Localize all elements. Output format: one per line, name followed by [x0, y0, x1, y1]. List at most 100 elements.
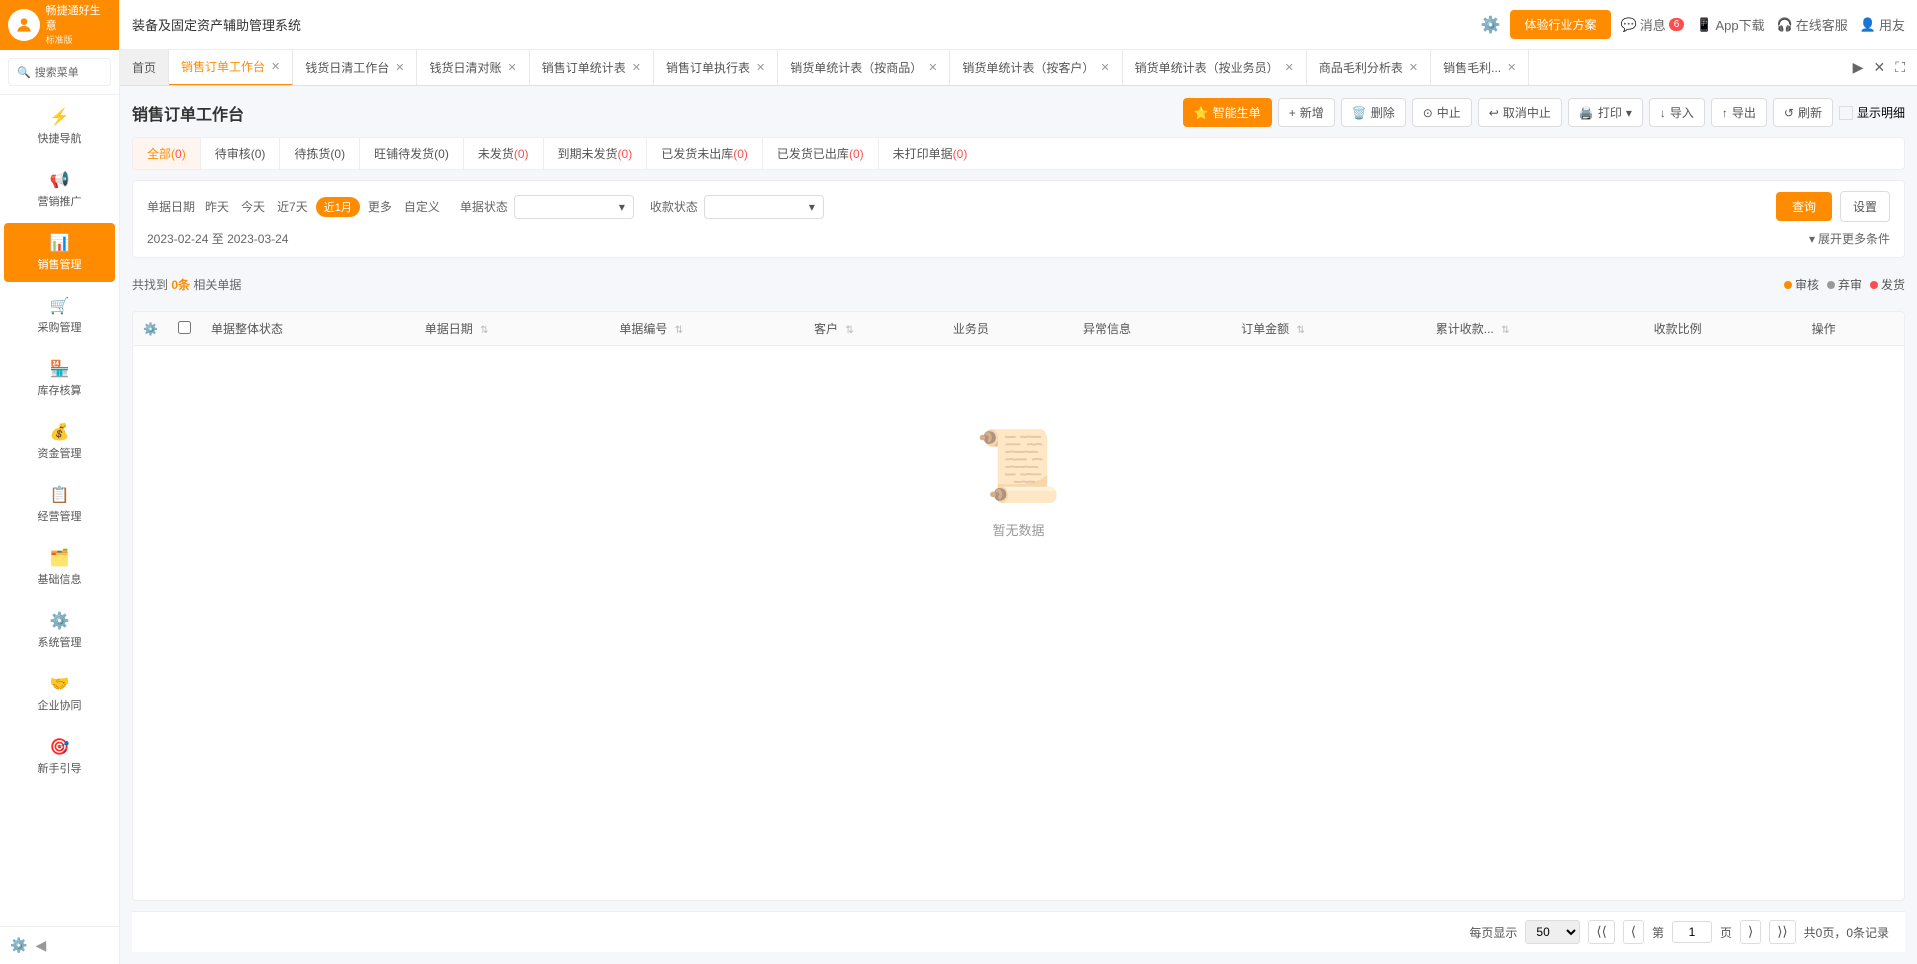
first-page-button[interactable]: ⟨⟨	[1588, 920, 1614, 944]
show-detail-checkbox[interactable]	[1839, 106, 1853, 120]
next-page-button[interactable]: ⟩	[1740, 920, 1761, 944]
import-button[interactable]: ↓ 导入	[1649, 98, 1705, 127]
sub-tab-pending-pickup[interactable]: 待拣货(0)	[280, 138, 360, 169]
sidebar-item-enterprise[interactable]: 🤝 企业协同	[4, 664, 115, 723]
filter-yesterday-btn[interactable]: 昨天	[201, 196, 233, 217]
th-customer[interactable]: 客户 ⇅	[804, 312, 943, 346]
sub-tab-shipped-out[interactable]: 已发货已出库(0)	[763, 138, 879, 169]
print-button[interactable]: 🖨️ 打印 ▾	[1568, 98, 1643, 127]
filter-date-item: 单据日期 昨天 今天 近7天 近1月 更多 自定义	[147, 196, 444, 217]
tab-expand-button[interactable]: ⛶	[1891, 57, 1909, 78]
last-page-button[interactable]: ⟩⟩	[1769, 920, 1795, 944]
app-download-button[interactable]: 📱 App下载	[1696, 15, 1764, 34]
unreview-button[interactable]: 弃审	[1827, 276, 1862, 293]
sub-tab-pending-review[interactable]: 待审核(0)	[201, 138, 281, 169]
refresh-button[interactable]: ↺ 刷新	[1773, 98, 1833, 127]
th-amount[interactable]: 订单金额 ⇅	[1231, 312, 1426, 346]
sidebar-item-finance[interactable]: 💰 资金管理	[4, 412, 115, 471]
sub-tab-shipped-not-out[interactable]: 已发货未出库(0)	[647, 138, 763, 169]
review-button[interactable]: 审核	[1784, 276, 1819, 293]
sidebar-collapse-button[interactable]: ◀	[35, 937, 46, 954]
filter-settings-button[interactable]: 设置	[1840, 191, 1890, 222]
sidebar-item-operations[interactable]: 📋 经营管理	[4, 475, 115, 534]
th-settings[interactable]: ⚙️	[133, 312, 168, 346]
sidebar-item-newguide[interactable]: 🎯 新手引导	[4, 727, 115, 786]
payment-status-select[interactable]: ▾	[704, 195, 824, 219]
th-received[interactable]: 累计收款... ⇅	[1426, 312, 1644, 346]
tab-close-cash-daily[interactable]: ✕	[395, 61, 404, 74]
page-input[interactable]	[1672, 921, 1712, 943]
bill-status-select[interactable]: ▾	[514, 195, 634, 219]
expand-conditions-button[interactable]: ▾ 展开更多条件	[1809, 230, 1890, 247]
topbar-actions: 💬 消息 6 📱 App下载 🎧 在线客服 👤 用友	[1621, 15, 1906, 34]
tab-scroll-right-button[interactable]: ▶	[1849, 57, 1868, 78]
sidebar-item-purchase[interactable]: 🛒 采购管理	[4, 286, 115, 345]
stop-icon: ⊙	[1423, 106, 1433, 120]
sidebar-item-inventory[interactable]: 🏪 库存核算	[4, 349, 115, 408]
tab-close-sales-exec[interactable]: ✕	[756, 61, 765, 74]
sidebar-item-quicknav[interactable]: ⚡ 快捷导航	[4, 97, 115, 156]
search-menu-button[interactable]: 🔍 搜索菜单	[8, 58, 111, 86]
tab-sales-more[interactable]: 销售毛利... ✕	[1431, 50, 1529, 86]
tab-sales-workbench[interactable]: 销售订单工作台 ✕	[169, 50, 293, 86]
tab-close-all-button[interactable]: ✕	[1869, 57, 1889, 78]
online-service-button[interactable]: 🎧 在线客服	[1777, 15, 1848, 34]
tab-sales-exec[interactable]: 销售订单执行表 ✕	[654, 50, 778, 86]
topbar-settings-icon[interactable]: ⚙️	[1481, 15, 1501, 35]
tab-sales-summary-product[interactable]: 销货单统计表（按商品） ✕	[778, 50, 950, 86]
user-button[interactable]: 👤 用友	[1860, 15, 1905, 34]
th-number[interactable]: 单据编号 ⇅	[609, 312, 804, 346]
sidebar-item-marketing[interactable]: 📢 营销推广	[4, 160, 115, 219]
tab-close-sales-summary-staff[interactable]: ✕	[1285, 61, 1294, 74]
tab-close-cash-reconcile[interactable]: ✕	[508, 61, 517, 74]
sidebar-settings-button[interactable]: ⚙️	[10, 937, 27, 954]
sidebar-item-system[interactable]: ⚙️ 系统管理	[4, 601, 115, 660]
filter-7days-btn[interactable]: 近7天	[273, 196, 312, 217]
tab-close-sales-more[interactable]: ✕	[1507, 61, 1516, 74]
sub-tab-wangpu-pending[interactable]: 旺铺待发货(0)	[360, 138, 464, 169]
tab-sales-summary-staff[interactable]: 销货单统计表（按业务员） ✕	[1123, 50, 1307, 86]
tab-close-gross-margin[interactable]: ✕	[1409, 61, 1418, 74]
th-checkbox[interactable]	[168, 312, 201, 346]
sub-tab-not-printed[interactable]: 未打印单据(0)	[879, 138, 982, 169]
smart-generate-button[interactable]: ⭐ 智能生单	[1183, 98, 1272, 127]
tab-close-sales-summary-product[interactable]: ✕	[928, 61, 937, 74]
show-detail-label[interactable]: 显示明细	[1839, 104, 1905, 121]
export-button[interactable]: ↑ 导出	[1711, 98, 1767, 127]
select-all-checkbox[interactable]	[178, 321, 191, 334]
solution-button[interactable]: 体验行业方案	[1510, 10, 1610, 39]
page-title: 销售订单工作台	[132, 101, 244, 125]
sidebar-item-sales[interactable]: 📊 销售管理	[4, 223, 115, 282]
tab-sales-stats[interactable]: 销售订单统计表 ✕	[530, 50, 654, 86]
cancel-suspend-button[interactable]: ↩ 取消中止	[1478, 98, 1562, 127]
sub-tab-all[interactable]: 全部(0)	[133, 138, 201, 169]
delete-button[interactable]: 🗑️ 删除	[1341, 98, 1406, 127]
tab-gross-margin[interactable]: 商品毛利分析表 ✕	[1307, 50, 1431, 86]
filter-custom-btn[interactable]: 自定义	[400, 196, 444, 217]
tab-cash-daily[interactable]: 钱货日清工作台 ✕	[293, 50, 417, 86]
filter-today-btn[interactable]: 今天	[237, 196, 269, 217]
tab-home[interactable]: 首页	[120, 50, 169, 86]
tab-close-sales-stats[interactable]: ✕	[632, 61, 641, 74]
prev-page-button[interactable]: ⟨	[1623, 920, 1644, 944]
tab-close-sales-summary-customer[interactable]: ✕	[1100, 61, 1109, 74]
add-button[interactable]: + 新增	[1278, 98, 1335, 127]
suspend-button[interactable]: ⊙ 中止	[1412, 98, 1472, 127]
per-page-select[interactable]: 50 100 200	[1525, 920, 1580, 944]
filter-1month-btn[interactable]: 近1月	[316, 197, 360, 217]
th-date[interactable]: 单据日期 ⇅	[415, 312, 610, 346]
payment-status-label: 收款状态	[650, 198, 698, 215]
filter-more-btn[interactable]: 更多	[364, 196, 396, 217]
tab-cash-reconcile[interactable]: 钱货日清对账 ✕	[417, 50, 529, 86]
sub-tab-unshipped[interactable]: 未发货(0)	[464, 138, 544, 169]
tab-sales-summary-customer[interactable]: 销货单统计表（按客户） ✕	[950, 50, 1122, 86]
date-range-display: 2023-02-24 至 2023-03-24	[147, 230, 288, 247]
sub-tab-overdue-unshipped[interactable]: 到期未发货(0)	[544, 138, 648, 169]
message-button[interactable]: 💬 消息 6	[1621, 15, 1685, 34]
amount-sort-icon: ⇅	[1296, 325, 1304, 336]
sidebar-item-basics[interactable]: 🗂️ 基础信息	[4, 538, 115, 597]
ship-button[interactable]: 发货	[1870, 276, 1905, 293]
tab-close-sales-workbench[interactable]: ✕	[271, 60, 280, 73]
query-button[interactable]: 查询	[1776, 192, 1832, 221]
message-badge: 6	[1669, 18, 1685, 31]
